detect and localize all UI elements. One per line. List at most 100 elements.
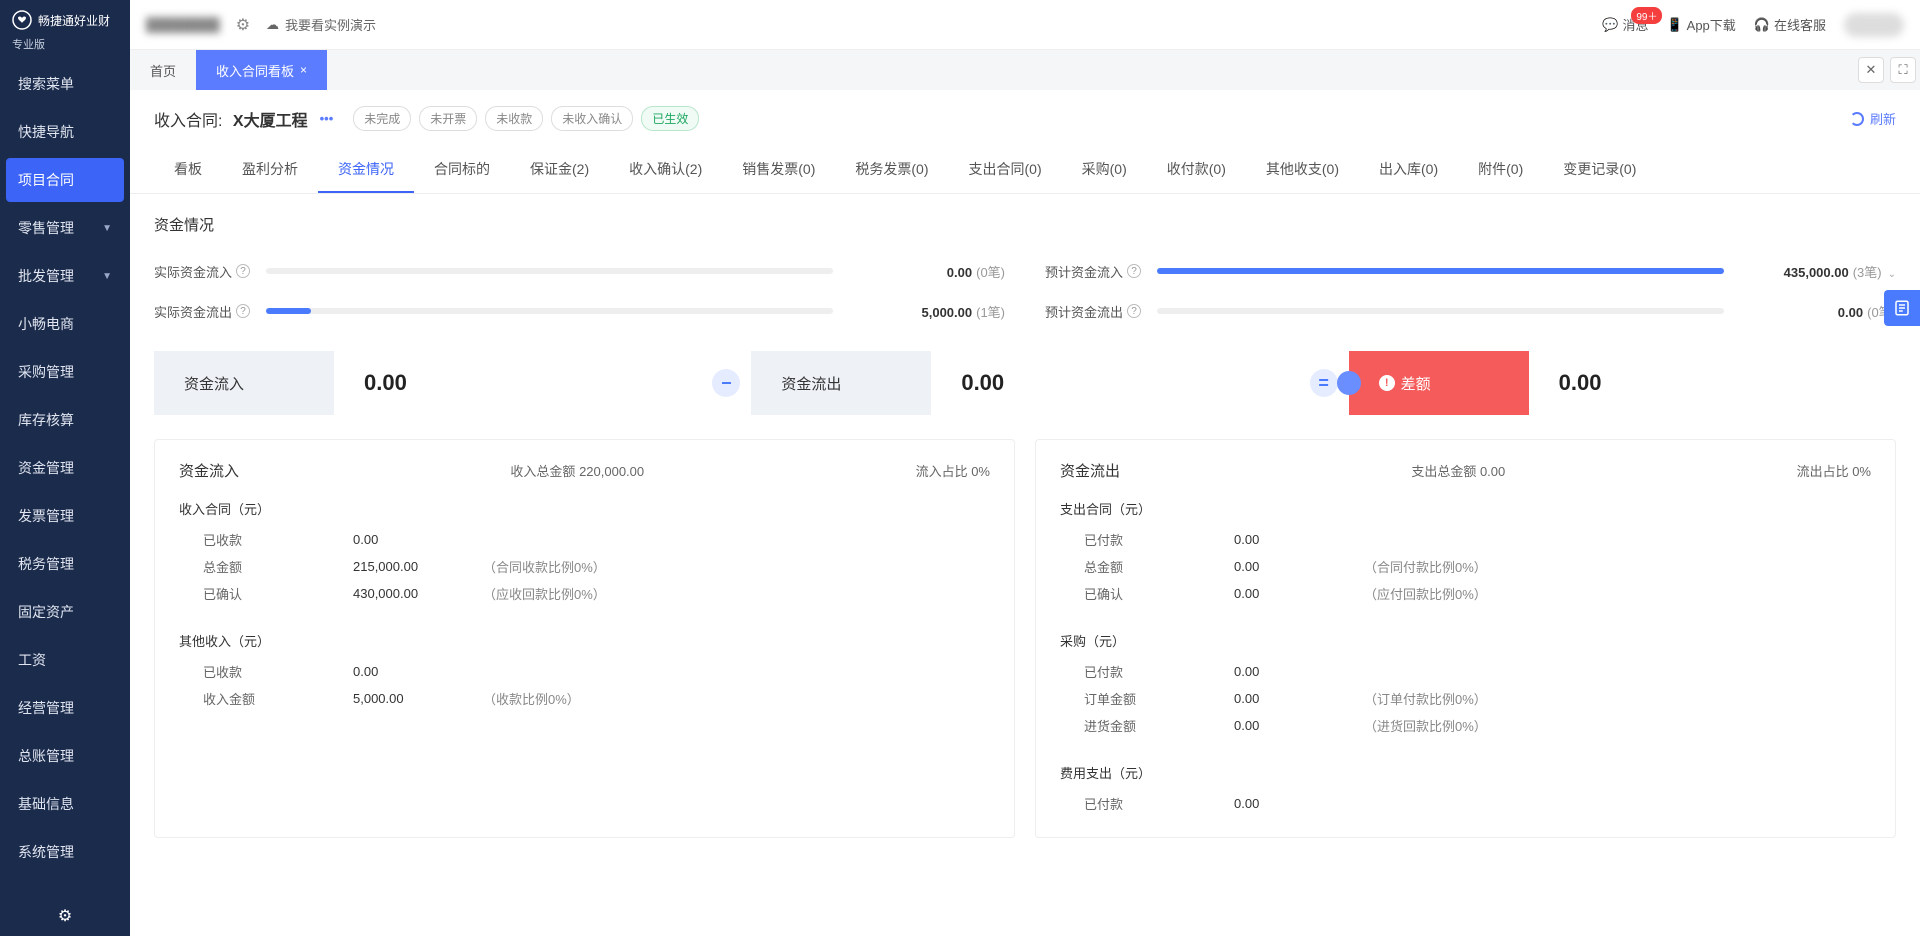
summary-band: 资金流入 0.00 − 资金流出 0.00 = !差额 0.00 bbox=[154, 351, 1896, 415]
subtab-8[interactable]: 支出合同(0) bbox=[949, 147, 1062, 193]
data-row: 已收款0.00 bbox=[179, 526, 990, 553]
help-icon[interactable]: ? bbox=[1127, 304, 1141, 318]
data-row: 总金额215,000.00（合同收款比例0%） bbox=[179, 553, 990, 580]
sidebar-item-11[interactable]: 固定资产 bbox=[0, 588, 130, 636]
tab-income-contract-board[interactable]: 收入合同看板 × bbox=[196, 50, 327, 90]
sidebar-item-3[interactable]: 零售管理▼ bbox=[0, 204, 130, 252]
funds-section-title: 资金情况 bbox=[130, 194, 1920, 251]
contract-title: 收入合同: X大厦工程 bbox=[154, 107, 308, 131]
org-selector[interactable]: ████████ bbox=[146, 17, 220, 32]
message-button[interactable]: 💬 消息 99＋ bbox=[1602, 15, 1648, 34]
close-tab-icon[interactable]: × bbox=[300, 63, 307, 77]
outflow-panel: 资金流出 支出总金额 0.00 流出占比 0% 支出合同（元） 已付款0.00总… bbox=[1035, 439, 1896, 838]
message-badge: 99＋ bbox=[1631, 7, 1662, 24]
content-scroll[interactable]: 资金情况 实际资金流入? 0.00(0笔) 预计资金流入? 435,000.00… bbox=[130, 194, 1920, 936]
sidebar-item-14[interactable]: 总账管理 bbox=[0, 732, 130, 780]
brand-edition: 专业版 bbox=[0, 36, 130, 60]
chevron-down-icon: ▼ bbox=[102, 271, 112, 282]
contract-header: 收入合同: X大厦工程 ••• 未完成未开票未收款未收入确认已生效 刷新 bbox=[130, 90, 1920, 147]
help-icon[interactable]: ? bbox=[1127, 264, 1141, 278]
subtab-11[interactable]: 其他收支(0) bbox=[1246, 147, 1359, 193]
refresh-icon bbox=[1850, 112, 1864, 126]
note-icon bbox=[1893, 299, 1911, 317]
page-tabs: 首页 收入合同看板 × ✕ ⛶ bbox=[130, 50, 1920, 90]
minus-icon: − bbox=[712, 369, 740, 397]
brand-name: 畅捷通好业财 bbox=[38, 12, 110, 29]
chat-icon: 💬 bbox=[1602, 17, 1618, 33]
refresh-button[interactable]: 刷新 bbox=[1850, 109, 1896, 128]
subtab-10[interactable]: 收付款(0) bbox=[1147, 147, 1246, 193]
sidebar-item-13[interactable]: 经营管理 bbox=[0, 684, 130, 732]
subtab-6[interactable]: 销售发票(0) bbox=[722, 147, 835, 193]
subtab-4[interactable]: 保证金(2) bbox=[510, 147, 609, 193]
demo-link[interactable]: ☁ 我要看实例演示 bbox=[266, 15, 376, 34]
difference-label: !差额 bbox=[1349, 351, 1529, 415]
subtab-0[interactable]: 看板 bbox=[154, 147, 222, 193]
data-row: 已付款0.00 bbox=[1060, 790, 1871, 817]
help-icon[interactable]: ? bbox=[236, 264, 250, 278]
sidebar-item-1[interactable]: 快捷导航 bbox=[0, 108, 130, 156]
status-chip: 未完成 bbox=[353, 106, 411, 131]
sidebar-item-9[interactable]: 发票管理 bbox=[0, 492, 130, 540]
difference-value: 0.00 bbox=[1529, 370, 1896, 396]
warning-icon: ! bbox=[1379, 375, 1395, 391]
sidebar-item-0[interactable]: 搜索菜单 bbox=[0, 60, 130, 108]
data-row: 已收款0.00 bbox=[179, 658, 990, 685]
sidebar-item-5[interactable]: 小畅电商 bbox=[0, 300, 130, 348]
outflow-value: 0.00 bbox=[931, 370, 1298, 396]
brand-logo: 畅捷通好业财 bbox=[0, 0, 130, 36]
inflow-label: 资金流入 bbox=[154, 351, 334, 415]
actual-outflow-row: 实际资金流出? 5,000.00(1笔) bbox=[154, 291, 1005, 331]
actual-inflow-row: 实际资金流入? 0.00(0笔) bbox=[154, 251, 1005, 291]
sidebar-item-12[interactable]: 工资 bbox=[0, 636, 130, 684]
subtab-12[interactable]: 出入库(0) bbox=[1359, 147, 1458, 193]
subtab-7[interactable]: 税务发票(0) bbox=[835, 147, 948, 193]
inflow-panel: 资金流入 收入总金额 220,000.00 流入占比 0% 收入合同（元） 已收… bbox=[154, 439, 1015, 838]
subtab-3[interactable]: 合同标的 bbox=[414, 147, 510, 193]
subtab-14[interactable]: 变更记录(0) bbox=[1543, 147, 1656, 193]
phone-icon: 📱 bbox=[1666, 17, 1682, 33]
sidebar-item-15[interactable]: 基础信息 bbox=[0, 780, 130, 828]
help-icon[interactable]: ? bbox=[236, 304, 250, 318]
subtab-13[interactable]: 附件(0) bbox=[1458, 147, 1543, 193]
status-chip: 未收入确认 bbox=[551, 106, 633, 131]
close-all-tabs-button[interactable]: ✕ bbox=[1858, 57, 1884, 83]
expected-inflow-row: 预计资金流入? 435,000.00(3笔)⌄ bbox=[1045, 251, 1896, 291]
chevron-down-icon[interactable]: ⌄ bbox=[1888, 269, 1896, 280]
sidebar-item-6[interactable]: 采购管理 bbox=[0, 348, 130, 396]
subtab-9[interactable]: 采购(0) bbox=[1062, 147, 1147, 193]
sidebar-item-7[interactable]: 库存核算 bbox=[0, 396, 130, 444]
chevron-down-icon: ▼ bbox=[102, 223, 112, 234]
more-actions-button[interactable]: ••• bbox=[320, 111, 334, 126]
heart-logo-icon bbox=[12, 10, 32, 30]
data-row: 收入金额5,000.00（收款比例0%） bbox=[179, 685, 990, 712]
tab-home[interactable]: 首页 bbox=[130, 50, 196, 90]
topbar: ████████ ⚙ ☁ 我要看实例演示 💬 消息 99＋ 📱 App下载 bbox=[130, 0, 1920, 50]
status-chip-active: 已生效 bbox=[641, 106, 699, 131]
status-chip: 未收款 bbox=[485, 106, 543, 131]
avatar[interactable] bbox=[1844, 13, 1904, 37]
data-row: 订单金额0.00（订单付款比例0%） bbox=[1060, 685, 1871, 712]
subtab-2[interactable]: 资金情况 bbox=[318, 147, 414, 193]
subtabs: 看板盈利分析资金情况合同标的保证金(2)收入确认(2)销售发票(0)税务发票(0… bbox=[130, 147, 1920, 194]
sidebar-item-8[interactable]: 资金管理 bbox=[0, 444, 130, 492]
equals-icon: = bbox=[1310, 369, 1338, 397]
feedback-float-button[interactable] bbox=[1884, 290, 1920, 326]
fullscreen-button[interactable]: ⛶ bbox=[1890, 57, 1916, 83]
status-chip: 未开票 bbox=[419, 106, 477, 131]
sidebar-item-16[interactable]: 系统管理 bbox=[0, 828, 130, 876]
sidebar-item-10[interactable]: 税务管理 bbox=[0, 540, 130, 588]
headset-icon: 🎧 bbox=[1754, 17, 1770, 33]
outflow-label: 资金流出 bbox=[751, 351, 931, 415]
sidebar-item-2[interactable]: 项目合同 bbox=[6, 158, 124, 202]
sidebar: 畅捷通好业财 专业版 搜索菜单快捷导航项目合同零售管理▼批发管理▼小畅电商采购管… bbox=[0, 0, 130, 936]
subtab-1[interactable]: 盈利分析 bbox=[222, 147, 318, 193]
topbar-settings-icon[interactable]: ⚙ bbox=[236, 15, 250, 35]
customer-service-button[interactable]: 🎧 在线客服 bbox=[1754, 15, 1826, 34]
sidebar-item-4[interactable]: 批发管理▼ bbox=[0, 252, 130, 300]
data-row: 已确认430,000.00（应收回款比例0%） bbox=[179, 580, 990, 607]
app-download-button[interactable]: 📱 App下载 bbox=[1666, 15, 1735, 34]
sidebar-settings-icon[interactable]: ⚙ bbox=[58, 908, 72, 925]
data-row: 进货金额0.00（进货回款比例0%） bbox=[1060, 712, 1871, 739]
subtab-5[interactable]: 收入确认(2) bbox=[609, 147, 722, 193]
